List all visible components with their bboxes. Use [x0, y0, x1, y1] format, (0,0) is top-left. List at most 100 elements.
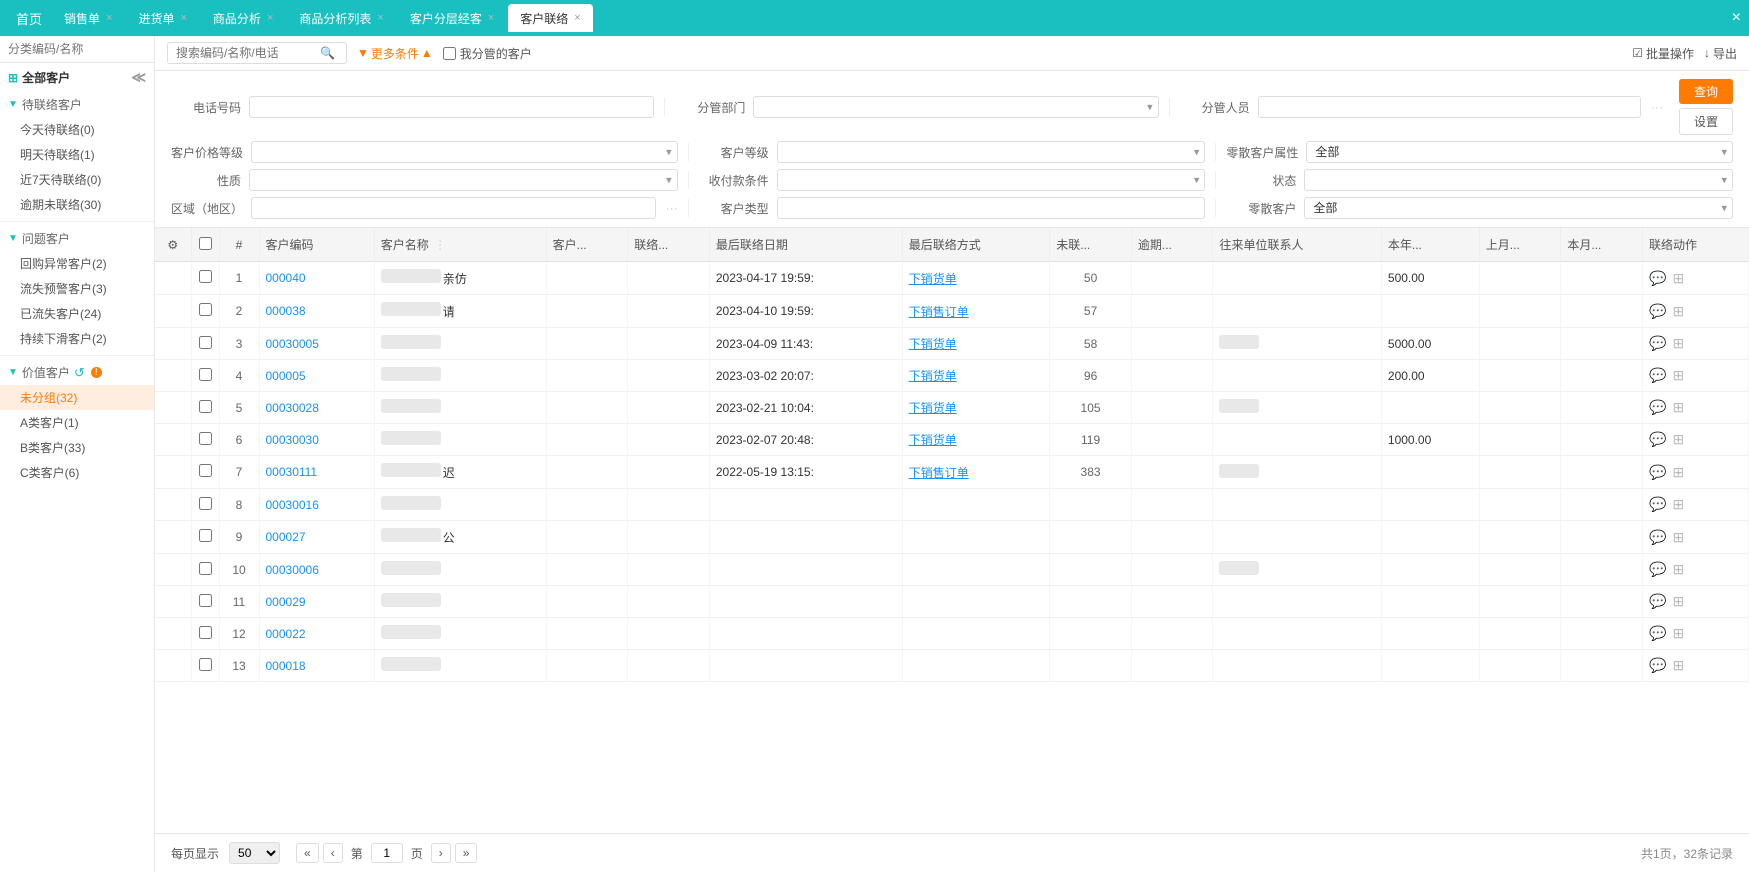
row-select-checkbox[interactable]	[199, 464, 212, 477]
grid-action-icon[interactable]: ⊞	[1672, 335, 1684, 352]
sidebar-item-churn-warning[interactable]: 流失预警客户(3)	[0, 276, 154, 301]
chat-icon[interactable]: 💬	[1649, 561, 1666, 578]
tab-customer-segment[interactable]: 客户分层经客 ×	[398, 4, 506, 32]
row-select-checkbox[interactable]	[199, 336, 212, 349]
region-input[interactable]	[251, 197, 656, 219]
row-code[interactable]: 000018	[259, 650, 374, 682]
export-button[interactable]: ↓ 导出	[1704, 45, 1737, 62]
first-page-button[interactable]: «	[296, 843, 319, 863]
tab-analysis[interactable]: 商品分析 ×	[201, 4, 285, 32]
pending-group-header[interactable]: ▼ 待联络客户	[0, 92, 154, 117]
chat-icon[interactable]: 💬	[1649, 496, 1666, 513]
sidebar-item-overdue-pending[interactable]: 逾期未联络(30)	[0, 192, 154, 217]
sidebar-search-input[interactable]	[8, 42, 155, 56]
row-select-checkbox[interactable]	[199, 368, 212, 381]
next-page-button[interactable]: ›	[431, 843, 451, 863]
grid-action-icon[interactable]: ⊞	[1672, 496, 1684, 513]
chat-icon[interactable]: 💬	[1649, 303, 1666, 320]
col-resize-name[interactable]: ⋮	[434, 238, 446, 252]
tab-analysis-list[interactable]: 商品分析列表 ×	[287, 4, 395, 32]
row-checkbox[interactable]	[191, 554, 219, 586]
chat-icon[interactable]: 💬	[1649, 625, 1666, 642]
last-method-link[interactable]: 下销货单	[909, 433, 957, 447]
customer-type-input[interactable]	[777, 197, 1206, 219]
grid-action-icon[interactable]: ⊞	[1672, 464, 1684, 481]
row-checkbox[interactable]	[191, 650, 219, 682]
row-checkbox[interactable]	[191, 295, 219, 328]
last-method-link[interactable]: 下销货单	[909, 401, 957, 415]
collapse-sidebar-icon[interactable]: ≪	[131, 69, 146, 86]
row-code[interactable]: 000038	[259, 295, 374, 328]
current-page-input[interactable]	[371, 843, 403, 863]
row-code[interactable]: 000027	[259, 521, 374, 554]
refresh-icon[interactable]: ↺	[74, 365, 85, 381]
row-code[interactable]: 00030111	[259, 456, 374, 489]
row-checkbox[interactable]	[191, 489, 219, 521]
row-select-checkbox[interactable]	[199, 497, 212, 510]
row-code[interactable]: 000005	[259, 360, 374, 392]
sidebar-item-class-a[interactable]: A类客户(1)	[0, 410, 154, 435]
grid-action-icon[interactable]: ⊞	[1672, 399, 1684, 416]
sidebar-item-class-b[interactable]: B类客户(33)	[0, 435, 154, 460]
price-grade-select[interactable]	[251, 141, 678, 163]
my-customers-checkbox[interactable]: 我分管的客户	[443, 45, 532, 62]
query-button[interactable]: 查询	[1679, 79, 1733, 104]
chat-icon[interactable]: 💬	[1649, 593, 1666, 610]
row-code[interactable]: 00030005	[259, 328, 374, 360]
grid-action-icon[interactable]: ⊞	[1672, 593, 1684, 610]
grid-action-icon[interactable]: ⊞	[1672, 561, 1684, 578]
row-code[interactable]: 000022	[259, 618, 374, 650]
select-all-checkbox[interactable]	[199, 237, 212, 250]
chat-icon[interactable]: 💬	[1649, 367, 1666, 384]
customer-grade-select[interactable]	[777, 141, 1206, 163]
row-select-checkbox[interactable]	[199, 400, 212, 413]
prev-page-button[interactable]: ‹	[323, 843, 343, 863]
tab-purchase[interactable]: 进货单 ×	[126, 4, 198, 32]
last-method-link[interactable]: 下销售订单	[909, 466, 969, 480]
retail-customer-select[interactable]: 全部	[1304, 197, 1733, 219]
sidebar-item-today-pending[interactable]: 今天待联络(0)	[0, 117, 154, 142]
chat-icon[interactable]: 💬	[1649, 431, 1666, 448]
my-customers-check[interactable]	[443, 47, 456, 60]
sidebar-item-churned[interactable]: 已流失客户(24)	[0, 301, 154, 326]
page-size-select[interactable]: 50 100	[229, 842, 280, 864]
row-code[interactable]: 00030006	[259, 554, 374, 586]
row-select-checkbox[interactable]	[199, 658, 212, 671]
row-code[interactable]: 000029	[259, 586, 374, 618]
problem-group-header[interactable]: ▼ 问题客户	[0, 226, 154, 251]
sidebar-item-declining[interactable]: 持续下滑客户(2)	[0, 326, 154, 351]
chat-icon[interactable]: 💬	[1649, 399, 1666, 416]
row-code[interactable]: 00030028	[259, 392, 374, 424]
chat-icon[interactable]: 💬	[1649, 335, 1666, 352]
person-more-icon[interactable]: ···	[1651, 100, 1663, 114]
status-select[interactable]	[1304, 169, 1733, 191]
dept-select[interactable]	[753, 96, 1158, 118]
row-select-checkbox[interactable]	[199, 303, 212, 316]
row-select-checkbox[interactable]	[199, 270, 212, 283]
row-checkbox[interactable]	[191, 328, 219, 360]
chat-icon[interactable]: 💬	[1649, 270, 1666, 287]
row-select-checkbox[interactable]	[199, 529, 212, 542]
tab-customer-contact[interactable]: 客户联络 ×	[508, 4, 592, 32]
batch-operation-button[interactable]: ☑ 批量操作	[1632, 45, 1694, 62]
row-code[interactable]: 000040	[259, 262, 374, 295]
grid-action-icon[interactable]: ⊞	[1672, 303, 1684, 320]
grid-action-icon[interactable]: ⊞	[1672, 431, 1684, 448]
sidebar-item-ungroup[interactable]: 未分组(32)	[0, 385, 154, 410]
row-checkbox[interactable]	[191, 618, 219, 650]
grid-action-icon[interactable]: ⊞	[1672, 625, 1684, 642]
row-checkbox[interactable]	[191, 360, 219, 392]
row-select-checkbox[interactable]	[199, 562, 212, 575]
row-select-checkbox[interactable]	[199, 626, 212, 639]
chat-icon[interactable]: 💬	[1649, 657, 1666, 674]
value-group-header[interactable]: ▼ 价值客户 ↺ !	[0, 360, 154, 385]
close-sales-icon[interactable]: ×	[106, 12, 112, 24]
chat-icon[interactable]: 💬	[1649, 464, 1666, 481]
more-conditions-button[interactable]: ▼ 更多条件 ▲	[357, 45, 433, 62]
settings-col-header[interactable]: ⚙	[155, 228, 191, 262]
grid-action-icon[interactable]: ⊞	[1672, 367, 1684, 384]
close-customer-contact-icon[interactable]: ×	[574, 12, 580, 24]
row-checkbox[interactable]	[191, 392, 219, 424]
phone-input[interactable]	[249, 96, 654, 118]
all-customers-header[interactable]: ⊞ 全部客户 ≪	[0, 63, 154, 92]
